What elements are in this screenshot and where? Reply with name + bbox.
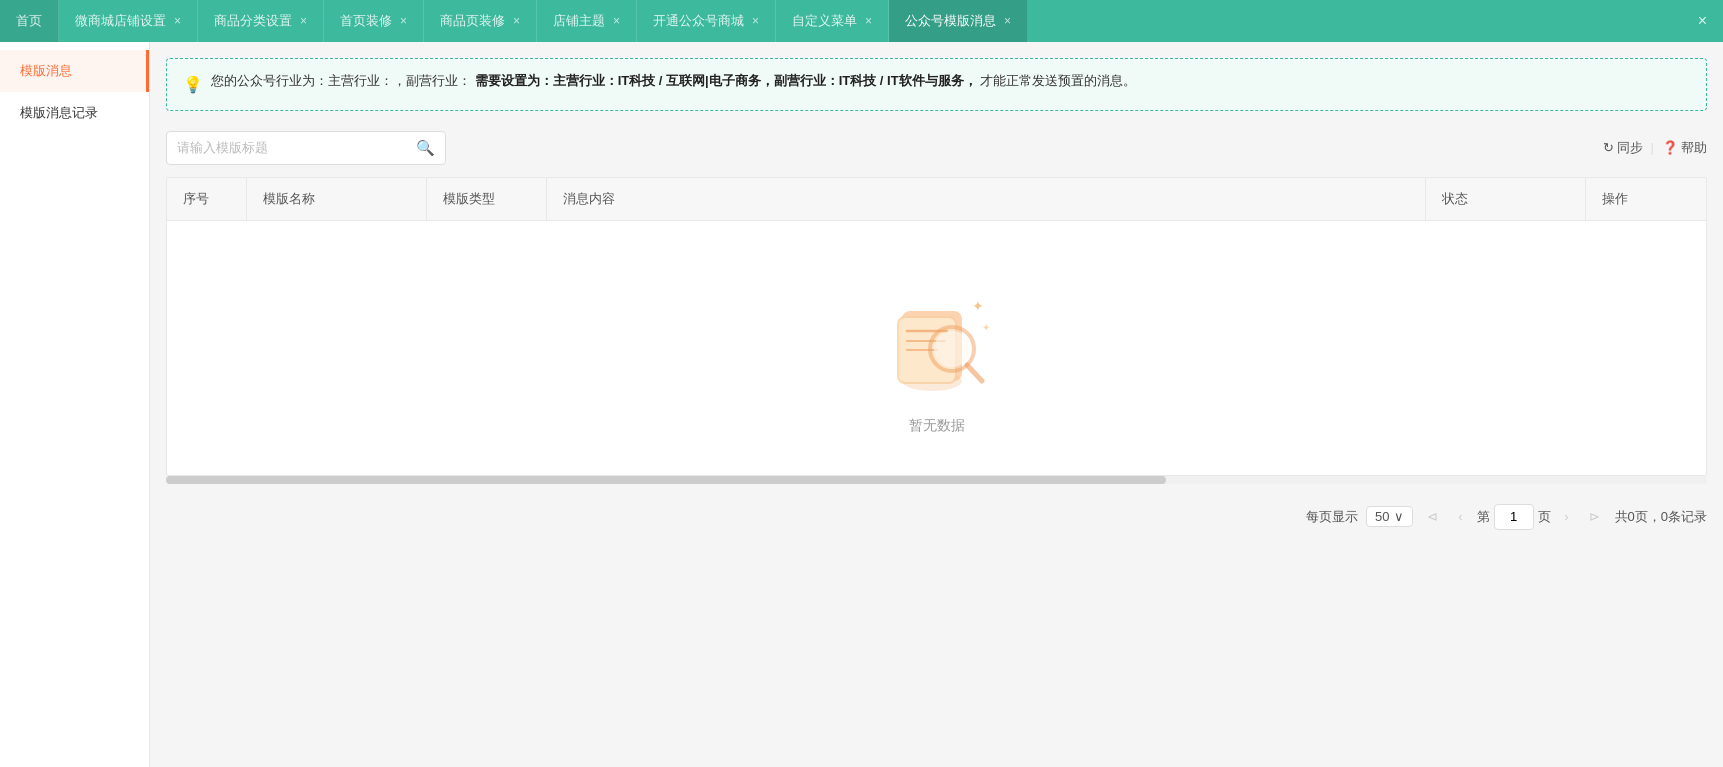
last-page-button[interactable]: ⊳	[1583, 505, 1607, 529]
sync-button[interactable]: ↻ 同步	[1603, 139, 1643, 157]
empty-illustration: ✦ ✦	[877, 281, 997, 401]
sidebar: 模版消息模版消息记录	[0, 42, 150, 767]
tab-template-msg[interactable]: 公众号模版消息×	[889, 0, 1028, 42]
tab-close-template-msg[interactable]: ×	[1004, 14, 1011, 28]
chevron-down-icon: ∨	[1394, 509, 1404, 524]
prev-page-button[interactable]: ‹	[1449, 505, 1473, 529]
notice-box: 💡 您的公众号行业为：主营行业：，副营行业： 需要设置为：主营行业：IT科技 /…	[166, 58, 1707, 111]
scroll-thumb[interactable]	[166, 476, 1166, 484]
page-total: 共0页，0条记录	[1615, 508, 1707, 526]
search-actions: ↻ 同步 | ❓ 帮助	[1603, 139, 1707, 157]
separator: |	[1651, 140, 1654, 155]
page-input[interactable]	[1494, 504, 1534, 530]
notice-text: 您的公众号行业为：主营行业：，副营行业： 需要设置为：主营行业：IT科技 / 互…	[211, 71, 1136, 92]
main-layout: 模版消息模版消息记录 💡 您的公众号行业为：主营行业：，副营行业： 需要设置为：…	[0, 42, 1723, 767]
lightbulb-icon: 💡	[183, 72, 203, 98]
search-input[interactable]	[177, 140, 416, 155]
table-header: 序号模版名称模版类型消息内容状态操作	[167, 178, 1706, 221]
table-col-3: 消息内容	[547, 178, 1426, 220]
search-input-wrap[interactable]: 🔍	[166, 131, 446, 165]
table-col-5: 操作	[1586, 178, 1706, 220]
page-nav: ⊲ ‹ 第 页 › ⊳	[1421, 504, 1607, 530]
tab-category-setting[interactable]: 商品分类设置×	[198, 0, 324, 42]
empty-text: 暂无数据	[909, 417, 965, 435]
scroll-track[interactable]	[166, 476, 1707, 484]
page-label: 第	[1477, 508, 1490, 526]
tab-close-product-decor[interactable]: ×	[513, 14, 520, 28]
page-size-select[interactable]: 50 ∨	[1366, 506, 1412, 527]
tab-custom-menu[interactable]: 自定义菜单×	[776, 0, 889, 42]
search-icon[interactable]: 🔍	[416, 139, 435, 157]
tab-product-decor[interactable]: 商品页装修×	[424, 0, 537, 42]
help-icon: ❓	[1662, 140, 1678, 155]
search-bar: 🔍 ↻ 同步 | ❓ 帮助	[166, 131, 1707, 165]
empty-state: ✦ ✦ 暂无数据	[167, 221, 1706, 475]
tab-close-category-setting[interactable]: ×	[300, 14, 307, 28]
help-button[interactable]: ❓ 帮助	[1662, 139, 1707, 157]
page-unit: 页	[1538, 508, 1551, 526]
next-page-button[interactable]: ›	[1555, 505, 1579, 529]
svg-line-9	[967, 365, 982, 381]
tab-close-shop-setting[interactable]: ×	[174, 14, 181, 28]
tab-close-shop-theme[interactable]: ×	[613, 14, 620, 28]
tab-bar: 首页微商城店铺设置×商品分类设置×首页装修×商品页装修×店铺主题×开通公众号商城…	[0, 0, 1723, 42]
table-col-0: 序号	[167, 178, 247, 220]
table-wrap: 序号模版名称模版类型消息内容状态操作	[166, 177, 1707, 476]
svg-text:✦: ✦	[982, 322, 990, 333]
table-col-1: 模版名称	[247, 178, 427, 220]
tab-shop-theme[interactable]: 店铺主题×	[537, 0, 637, 42]
close-all-button[interactable]: ×	[1682, 12, 1723, 30]
table-col-2: 模版类型	[427, 178, 547, 220]
table-col-4: 状态	[1426, 178, 1586, 220]
sidebar-item-template-msg[interactable]: 模版消息	[0, 50, 149, 92]
tab-close-home-decor[interactable]: ×	[400, 14, 407, 28]
tab-open-mall[interactable]: 开通公众号商城×	[637, 0, 776, 42]
tab-close-custom-menu[interactable]: ×	[865, 14, 872, 28]
tab-shop-setting[interactable]: 微商城店铺设置×	[59, 0, 198, 42]
svg-text:✦: ✦	[972, 298, 984, 314]
pagination: 每页显示 50 ∨ ⊲ ‹ 第 页 › ⊳ 共0页，0条记录	[166, 496, 1707, 538]
sync-icon: ↻	[1603, 140, 1614, 155]
tab-home-decor[interactable]: 首页装修×	[324, 0, 424, 42]
page-size-label: 每页显示	[1306, 508, 1358, 526]
tab-close-open-mall[interactable]: ×	[752, 14, 759, 28]
svg-point-8	[934, 331, 970, 367]
sidebar-item-template-record[interactable]: 模版消息记录	[0, 92, 149, 134]
content-area: 💡 您的公众号行业为：主营行业：，副营行业： 需要设置为：主营行业：IT科技 /…	[150, 42, 1723, 767]
tab-home[interactable]: 首页	[0, 0, 59, 42]
first-page-button[interactable]: ⊲	[1421, 505, 1445, 529]
